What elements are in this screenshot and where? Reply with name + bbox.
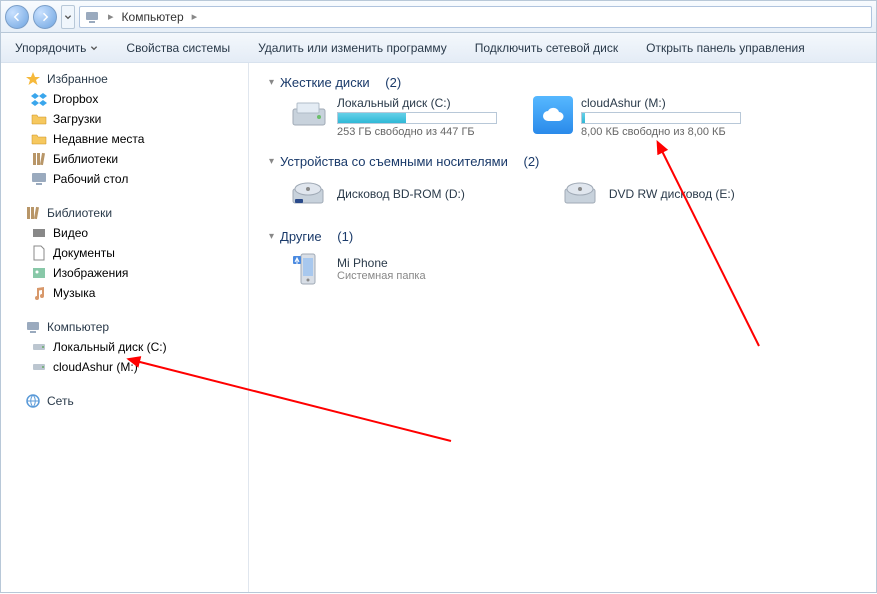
device-name: DVD RW дисковод (E:) [609, 187, 735, 201]
nav-bar: ▸ Компьютер ▸ [1, 1, 876, 33]
disk-icon [31, 359, 47, 375]
device-mi-phone[interactable]: Mi Phone Системная папка [289, 250, 426, 288]
picture-icon [31, 265, 47, 281]
music-icon [31, 285, 47, 301]
computer-header[interactable]: Компьютер [1, 317, 248, 337]
sidebar-item-desktop[interactable]: Рабочий стол [1, 169, 248, 189]
removable-header[interactable]: ▾ Устройства со съемными носителями (2) [269, 154, 856, 169]
network-group: Сеть [1, 391, 248, 411]
video-icon [31, 225, 47, 241]
sidebar-item-pictures[interactable]: Изображения [1, 263, 248, 283]
network-icon [25, 393, 41, 409]
recent-icon [31, 131, 47, 147]
hard-drives-header[interactable]: ▾ Жесткие диски (2) [269, 75, 856, 90]
sidebar-item-local-disk-c[interactable]: Локальный диск (C:) [1, 337, 248, 357]
sidebar-item-downloads[interactable]: Загрузки [1, 109, 248, 129]
collapse-icon: ▾ [269, 156, 274, 167]
optical-drive-icon [289, 175, 327, 213]
removable-section: ▾ Устройства со съемными носителями (2) … [269, 154, 856, 213]
device-bdrom-d[interactable]: Дисковод BD-ROM (D:) [289, 175, 465, 213]
drive-stats: 253 ГБ свободно из 447 ГБ [337, 126, 497, 138]
control-panel-button[interactable]: Открыть панель управления [632, 33, 819, 62]
uninstall-program-button[interactable]: Удалить или изменить программу [244, 33, 461, 62]
library-icon [25, 205, 41, 221]
sidebar-item-music[interactable]: Музыка [1, 283, 248, 303]
other-header[interactable]: ▾ Другие (1) [269, 229, 856, 244]
chevron-right-icon: ▸ [104, 10, 118, 23]
drive-name: Локальный диск (C:) [337, 96, 497, 110]
progress-bar [581, 112, 741, 124]
back-button[interactable] [5, 5, 29, 29]
folder-icon [31, 111, 47, 127]
disk-icon [31, 339, 47, 355]
device-name: Дисковод BD-ROM (D:) [337, 187, 465, 201]
drive-local-c[interactable]: Локальный диск (C:) 253 ГБ свободно из 4… [289, 96, 497, 138]
collapse-icon: ▾ [269, 77, 274, 88]
device-name: Mi Phone [337, 256, 426, 270]
sidebar-item-dropbox[interactable]: Dropbox [1, 89, 248, 109]
optical-drive-icon [561, 175, 599, 213]
chevron-right-icon: ▸ [188, 10, 202, 23]
hdd-icon [289, 96, 329, 134]
forward-button[interactable] [33, 5, 57, 29]
dropbox-icon [31, 91, 47, 107]
document-icon [31, 245, 47, 261]
device-subtitle: Системная папка [337, 270, 426, 282]
cloud-drive-icon [533, 96, 573, 134]
computer-label: Компьютер [47, 320, 109, 334]
computer-icon [25, 319, 41, 335]
favorites-header[interactable]: Избранное [1, 69, 248, 89]
content-pane: ▾ Жесткие диски (2) Локальный диск (C:) … [249, 63, 876, 592]
phone-icon [289, 250, 327, 288]
libraries-header[interactable]: Библиотеки [1, 203, 248, 223]
favorites-group: Избранное Dropbox Загрузки Недавние мест… [1, 69, 248, 189]
drive-stats: 8,00 КБ свободно из 8,00 КБ [581, 126, 741, 138]
device-dvdrw-e[interactable]: DVD RW дисковод (E:) [561, 175, 735, 213]
map-drive-button[interactable]: Подключить сетевой диск [461, 33, 632, 62]
drive-name: cloudAshur (M:) [581, 96, 741, 110]
library-icon [31, 151, 47, 167]
progress-bar [337, 112, 497, 124]
collapse-icon: ▾ [269, 231, 274, 242]
favorites-label: Избранное [47, 72, 108, 86]
toolbar: Упорядочить Свойства системы Удалить или… [1, 33, 876, 63]
hard-drives-section: ▾ Жесткие диски (2) Локальный диск (C:) … [269, 75, 856, 138]
libraries-group: Библиотеки Видео Документы Изображения М… [1, 203, 248, 303]
sidebar-item-recent[interactable]: Недавние места [1, 129, 248, 149]
sidebar-item-cloudashur-m[interactable]: cloudAshur (M:) [1, 357, 248, 377]
libraries-label: Библиотеки [47, 206, 112, 220]
address-bar[interactable]: ▸ Компьютер ▸ [79, 6, 872, 28]
drive-cloudashur-m[interactable]: cloudAshur (M:) 8,00 КБ свободно из 8,00… [533, 96, 741, 138]
other-section: ▾ Другие (1) Mi Phone Системная папка [269, 229, 856, 288]
breadcrumb-location: Компьютер [122, 10, 184, 24]
network-header[interactable]: Сеть [1, 391, 248, 411]
sidebar: Избранное Dropbox Загрузки Недавние мест… [1, 63, 249, 592]
star-icon [25, 71, 41, 87]
computer-group: Компьютер Локальный диск (C:) cloudAshur… [1, 317, 248, 377]
sidebar-item-video[interactable]: Видео [1, 223, 248, 243]
network-label: Сеть [47, 394, 74, 408]
nav-history-dropdown[interactable] [61, 5, 75, 29]
sidebar-item-libraries-fav[interactable]: Библиотеки [1, 149, 248, 169]
computer-icon [84, 9, 100, 25]
desktop-icon [31, 171, 47, 187]
organize-button[interactable]: Упорядочить [1, 33, 112, 62]
sidebar-item-documents[interactable]: Документы [1, 243, 248, 263]
system-properties-button[interactable]: Свойства системы [112, 33, 244, 62]
